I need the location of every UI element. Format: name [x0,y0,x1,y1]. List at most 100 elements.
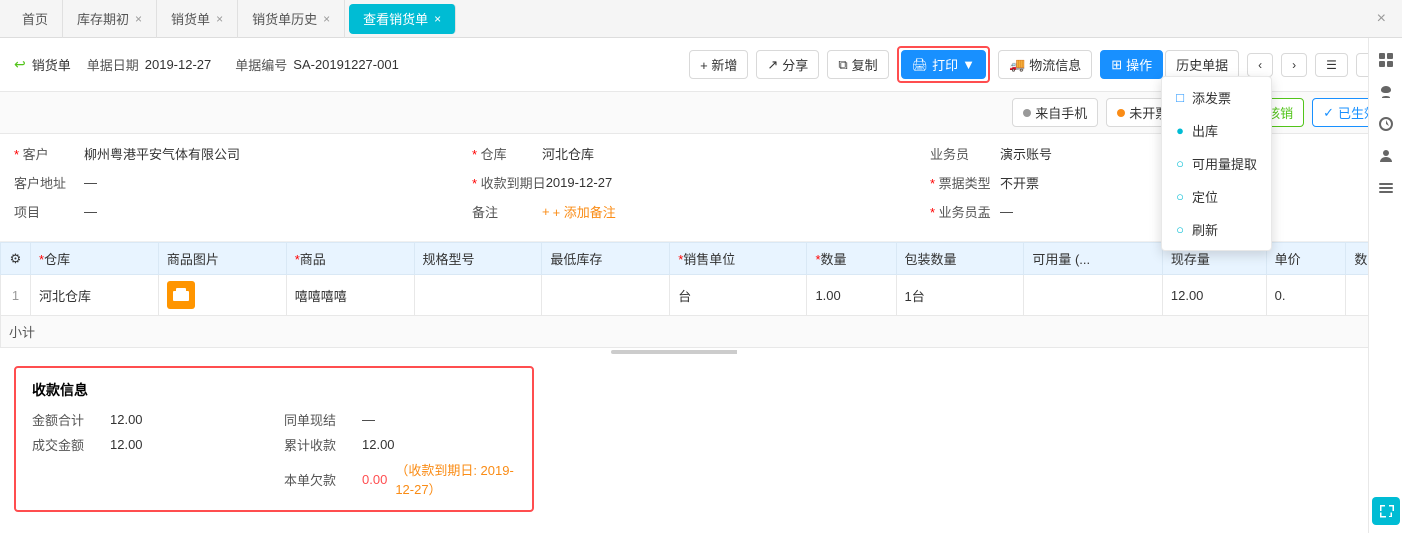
invoice-type-value: 不开票 [1000,173,1039,192]
salesperson-label: 业务员盂 [930,202,1000,221]
invoice-dot [1117,109,1125,117]
cumulative-value: 12.00 [362,437,395,452]
table-container: ⚙ *仓库 商品图片 *商品 规格型号 最低库存 *销售单位 *数量 包装数量 … [0,242,1402,356]
view-list-button[interactable]: ☰ [1315,53,1348,77]
number-label: 单据编号 [235,55,287,74]
project-value: — [84,204,97,219]
sidebar-icon-3[interactable] [1372,110,1400,138]
tab-view-sales-close[interactable]: × [434,12,441,26]
main-content: ↩ 销货单 单据日期 2019-12-27 单据编号 SA-20191227-0… [0,38,1402,533]
project-field: 项目 — [14,202,472,221]
tab-sales[interactable]: 销货单 × [157,0,238,38]
operation-tab[interactable]: ⊞ 操作 [1100,50,1163,79]
doc-title: ↩ 销货单 [14,55,71,74]
tab-view-sales[interactable]: 查看销货单 × [349,4,456,34]
same-order-label: 同单现结 [284,410,354,429]
payment-info-box: 收款信息 金额合计 12.00 同单现结 — 成交金额 12.00 累计收款 1… [14,366,534,512]
col-settings[interactable]: ⚙ [1,243,31,275]
col-warehouse: *仓库 [31,243,159,275]
cumulative-row: 累计收款 12.00 [284,435,516,454]
grid-icon: ⊞ [1111,57,1122,73]
table-row: 1 河北仓库 嘻嘻嘻嘻 [1,275,1402,316]
address-value: — [84,175,97,190]
due-date-label: 收款到期日 [472,173,546,192]
warehouse-field: 仓库 河北仓库 [472,144,930,163]
outbound-icon: ● [1176,123,1184,138]
invoice-type-field: 票据类型 不开票 [930,173,1388,192]
print-button[interactable]: 🖨 打印 ▼ [901,50,986,79]
tab-sales-history-close[interactable]: × [323,12,330,26]
date-value: 2019-12-27 [145,57,212,72]
right-sidebar [1368,38,1402,533]
customer-value: 柳州粤港平安气体有限公司 [84,144,240,163]
subtotal-row: 小计 [1,316,1402,348]
effective-icon: ✓ [1323,105,1334,121]
logistics-button[interactable]: 🚚 物流信息 [998,50,1092,79]
sidebar-icon-4[interactable] [1372,142,1400,170]
note-label: 备注 [472,202,542,221]
available-qty-item[interactable]: ○ 可用量提取 [1162,147,1271,180]
subtotal-label: 小计 [1,316,1402,348]
row-price: 0. [1266,275,1346,316]
share-button[interactable]: ↗ 分享 [756,50,819,79]
transaction-label: 成交金额 [32,435,102,454]
toolbar: + 新增 ↗ 分享 ⧉ 复制 🖨 打印 ▼ [689,46,1388,83]
refresh-item[interactable]: ○ 刷新 [1162,213,1271,246]
transaction-value: 12.00 [110,437,143,452]
row-pkg-qty: 1台 [896,275,1024,316]
print-icon: 🖨 [912,57,929,73]
col-pkg-qty: 包装数量 [896,243,1024,275]
warehouse-label: 仓库 [472,144,542,163]
doc-icon: ↩ [14,56,26,73]
doc-date-field: 单据日期 2019-12-27 [87,55,212,74]
doc-meta: 单据日期 2019-12-27 单据编号 SA-20191227-001 [87,55,673,74]
amount-total-row: 金额合计 12.00 [32,410,264,429]
nav-prev-button[interactable]: ‹ [1247,53,1273,77]
same-order-value: — [362,412,375,427]
from-phone-button[interactable]: 来自手机 [1012,98,1098,127]
address-field: 客户地址 — [14,173,472,192]
print-dropdown-arrow: ▼ [962,57,975,72]
add-invoice-item[interactable]: □ 添发票 [1162,81,1271,114]
warehouse-value: 河北仓库 [542,144,594,163]
doc-number-field: 单据编号 SA-20191227-001 [235,55,399,74]
sidebar-icon-2[interactable] [1372,78,1400,106]
phone-dot [1023,109,1031,117]
due-date-value: 2019-12-27 [546,175,613,190]
operation-dropdown: □ 添发票 ● 出库 ○ 可用量提取 ○ 定位 ○ 刷新 [1161,76,1272,251]
tab-sales-close[interactable]: × [216,12,223,26]
col-available: 可用量 (... [1024,243,1163,275]
nav-next-button[interactable]: › [1281,53,1307,77]
tab-inventory-close[interactable]: × [135,12,142,26]
sidebar-icon-1[interactable] [1372,46,1400,74]
amount-total-label: 金额合计 [32,410,102,429]
expand-icon[interactable] [1372,497,1400,525]
scroll-indicator [611,350,791,354]
sidebar-icon-5[interactable] [1372,174,1400,202]
row-qty: 1.00 [807,275,896,316]
new-button[interactable]: + 新增 [689,50,748,79]
outbound-item[interactable]: ● 出库 [1162,114,1271,147]
col-qty: *数量 [807,243,896,275]
project-label: 项目 [14,202,84,221]
close-all-button[interactable]: × [1369,10,1394,28]
date-label: 单据日期 [87,55,139,74]
balance-label: 本单欠款 [284,470,354,489]
number-value: SA-20191227-001 [293,57,399,72]
staff-field: 业务员 演示账号 [930,144,1388,163]
add-note-link[interactable]: + + 添加备注 [542,202,616,221]
tab-sales-history[interactable]: 销货单历史 × [238,0,345,38]
tab-home[interactable]: 首页 [8,0,63,38]
customer-field: 客户 柳州粤港平安气体有限公司 [14,144,472,163]
col-price: 单价 [1266,243,1346,275]
history-tab[interactable]: 历史单据 [1165,50,1239,79]
note-field: 备注 + + 添加备注 [472,202,930,221]
due-date-note: （收款到期日: 2019-12-27） [395,460,516,498]
row-stock: 12.00 [1162,275,1266,316]
locate-item[interactable]: ○ 定位 [1162,180,1271,213]
copy-icon: ⧉ [838,57,847,73]
copy-button[interactable]: ⧉ 复制 [827,50,888,79]
row-warehouse: 河北仓库 [31,275,159,316]
row-min-stock [542,275,670,316]
tab-inventory[interactable]: 库存期初 × [63,0,157,38]
